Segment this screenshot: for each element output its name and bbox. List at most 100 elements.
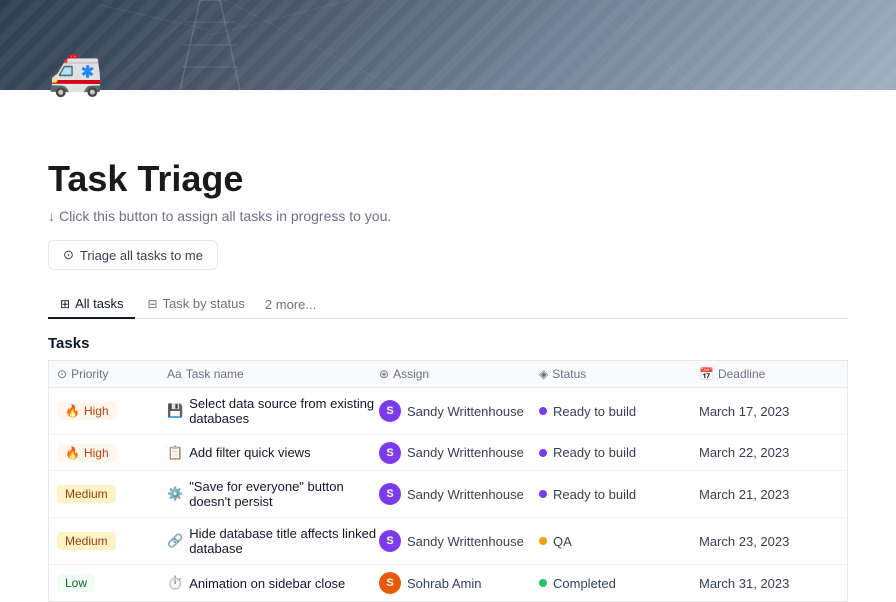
- status-label: Ready to build: [553, 487, 636, 502]
- priority-label: Low: [65, 576, 87, 590]
- table-body: 🔥 High 💾 Select data source from existing d…: [48, 387, 848, 602]
- col-assign-header: ⊕ Assign: [379, 367, 539, 381]
- status-col-icon: ◈: [539, 367, 548, 381]
- assign-cell: S Sohrab Amin: [379, 572, 539, 594]
- taskname-col-icon: Aa: [167, 367, 182, 381]
- status-cell: Completed: [539, 576, 699, 591]
- hero-decoration: [0, 0, 896, 90]
- tab-all-tasks-icon: ⊞: [60, 297, 70, 311]
- status-cell: QA: [539, 534, 699, 549]
- assignee-name: Sandy Writtenhouse: [407, 404, 524, 419]
- tab-task-by-status[interactable]: ⊟ Task by status: [135, 290, 256, 319]
- priority-cell: 🔥 High: [57, 444, 167, 462]
- priority-label: Medium: [65, 534, 108, 548]
- assign-cell: S Sandy Writtenhouse: [379, 400, 539, 422]
- col-taskname-header: Aa Task name: [167, 367, 379, 381]
- status-dot: [539, 490, 547, 498]
- tasks-section: Tasks ⊙ Priority Aa Task name ⊕ Assign ◈…: [48, 335, 848, 602]
- subtitle-arrow: ↓: [48, 208, 55, 224]
- assignee-name: Sandy Writtenhouse: [407, 445, 524, 460]
- tab-all-tasks-label: All tasks: [75, 296, 123, 311]
- priority-col-icon: ⊙: [57, 367, 67, 381]
- status-label: QA: [553, 534, 572, 549]
- deadline-cell: March 31, 2023: [699, 576, 839, 591]
- page-title: Task Triage: [48, 158, 848, 200]
- task-name-label: Hide database title affects linked datab…: [189, 526, 379, 556]
- deadline-cell: March 22, 2023: [699, 445, 839, 460]
- assignee-name: Sandy Writtenhouse: [407, 487, 524, 502]
- status-cell: Ready to build: [539, 404, 699, 419]
- col-deadline-header: 📅 Deadline: [699, 367, 839, 381]
- priority-label: High: [84, 446, 109, 460]
- assign-cell: S Sandy Writtenhouse: [379, 530, 539, 552]
- table-row[interactable]: 🔥 High 💾 Select data source from existing d…: [49, 388, 847, 435]
- subtitle-text: Click this button to assign all tasks in…: [59, 208, 391, 224]
- page-content: Task Triage ↓ Click this button to assig…: [0, 90, 896, 602]
- table-header: ⊙ Priority Aa Task name ⊕ Assign ◈ Statu…: [48, 360, 848, 387]
- task-name-label: Select data source from existing databas…: [189, 396, 379, 426]
- task-name-cell: 🔗 Hide database title affects linked data…: [167, 518, 379, 564]
- page-subtitle: ↓ Click this button to assign all tasks …: [48, 208, 848, 224]
- avatar: S: [379, 400, 401, 422]
- priority-cell: 🔥 High: [57, 402, 167, 420]
- status-cell: Ready to build: [539, 487, 699, 502]
- task-name-label: Animation on sidebar close: [189, 576, 345, 591]
- tab-all-tasks[interactable]: ⊞ All tasks: [48, 290, 135, 319]
- col-status-header: ◈ Status: [539, 367, 699, 381]
- table-row[interactable]: Medium ⚙️ "Save for everyone" button doesn…: [49, 471, 847, 518]
- status-dot: [539, 449, 547, 457]
- task-name-cell: 📋 Add filter quick views: [167, 437, 379, 469]
- deadline-cell: March 21, 2023: [699, 487, 839, 502]
- priority-badge: Low: [57, 574, 95, 592]
- status-dot: [539, 579, 547, 587]
- triage-all-button[interactable]: ⊙ Triage all tasks to me: [48, 240, 218, 270]
- priority-badge: 🔥 High: [57, 402, 117, 420]
- priority-cell: Low: [57, 574, 167, 592]
- assign-cell: S Sandy Writtenhouse: [379, 442, 539, 464]
- status-cell: Ready to build: [539, 445, 699, 460]
- tab-status-icon: ⊟: [147, 297, 157, 311]
- task-icon: ⚙️: [167, 486, 183, 502]
- deadline-cell: March 23, 2023: [699, 534, 839, 549]
- status-label: Ready to build: [553, 404, 636, 419]
- priority-emoji: 🔥: [65, 404, 80, 418]
- avatar: S: [379, 530, 401, 552]
- triage-btn-icon: ⊙: [63, 247, 74, 263]
- more-tabs-button[interactable]: 2 more...: [257, 291, 324, 318]
- table-row[interactable]: Low ⏱️ Animation on sidebar close S Sohrab A…: [49, 565, 847, 601]
- triage-btn-label: Triage all tasks to me: [80, 248, 203, 263]
- task-icon: 📋: [167, 445, 183, 461]
- assign-col-icon: ⊕: [379, 367, 389, 381]
- table-row[interactable]: Medium 🔗 Hide database title affects linke…: [49, 518, 847, 565]
- avatar: S: [379, 442, 401, 464]
- status-label: Completed: [553, 576, 616, 591]
- priority-label: High: [84, 404, 109, 418]
- status-label: Ready to build: [553, 445, 636, 460]
- hero-banner: [0, 0, 896, 90]
- task-name-label: "Save for everyone" button doesn't persi…: [189, 479, 379, 509]
- avatar: S: [379, 572, 401, 594]
- task-name-label: Add filter quick views: [189, 445, 310, 460]
- task-icon: 🔗: [167, 533, 183, 549]
- tab-task-by-status-label: Task by status: [163, 296, 245, 311]
- task-name-cell: ⚙️ "Save for everyone" button doesn't per…: [167, 471, 379, 517]
- priority-badge: Medium: [57, 485, 116, 503]
- assignee-name: Sohrab Amin: [407, 576, 481, 591]
- status-dot: [539, 407, 547, 415]
- priority-label: Medium: [65, 487, 108, 501]
- deadline-col-icon: 📅: [699, 367, 714, 381]
- tasks-heading: Tasks: [48, 335, 848, 352]
- assignee-name: Sandy Writtenhouse: [407, 534, 524, 549]
- task-icon: 💾: [167, 403, 183, 419]
- task-icon: ⏱️: [167, 575, 183, 591]
- avatar: S: [379, 483, 401, 505]
- col-priority-header: ⊙ Priority: [57, 367, 167, 381]
- tabs-bar: ⊞ All tasks ⊟ Task by status 2 more...: [48, 290, 848, 319]
- table-row[interactable]: 🔥 High 📋 Add filter quick views S Sandy Writt…: [49, 435, 847, 471]
- assign-cell: S Sandy Writtenhouse: [379, 483, 539, 505]
- task-name-cell: ⏱️ Animation on sidebar close: [167, 567, 379, 599]
- status-dot: [539, 537, 547, 545]
- deadline-cell: March 17, 2023: [699, 404, 839, 419]
- priority-emoji: 🔥: [65, 446, 80, 460]
- page-icon: 🚑: [48, 52, 108, 112]
